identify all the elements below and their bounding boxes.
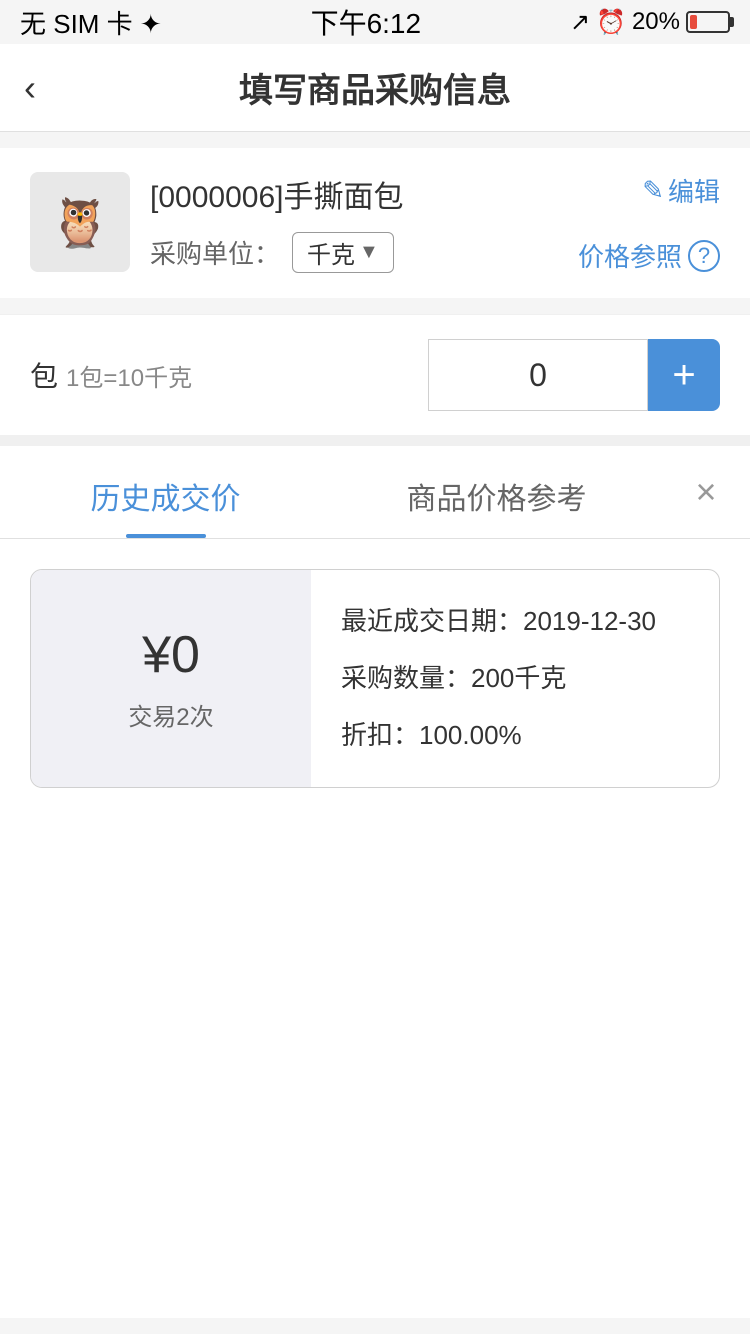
qty-unit-note: 1包=10千克 [66, 358, 192, 393]
status-left: 无 SIM 卡 ✦ [20, 4, 162, 41]
unit-dropdown-icon: ▼ [359, 241, 379, 264]
edit-icon: ✎ [642, 175, 664, 206]
page-title: 填写商品采购信息 [239, 63, 511, 112]
quantity-row: 包 1包=10千克 + [0, 314, 750, 436]
product-top: 🦉 [0000006]手撕面包 采购单位： 千克 ▼ ✎ 编辑 [30, 172, 720, 274]
alarm-icon: ⏰ [596, 8, 626, 37]
back-button[interactable]: ‹ [24, 67, 36, 109]
sim-wifi-label: 无 SIM 卡 ✦ [20, 4, 162, 41]
edit-button[interactable]: ✎ 编辑 [642, 172, 720, 209]
product-unit-row: 采购单位： 千克 ▼ [150, 232, 403, 273]
battery-icon [686, 11, 730, 33]
price-ref-button[interactable]: 价格参照 ? [578, 237, 720, 274]
nav-bar: ‹ 填写商品采购信息 [0, 44, 750, 132]
price-ref-label: 价格参照 [578, 237, 682, 274]
product-left: 🦉 [0000006]手撕面包 采购单位： 千克 ▼ [30, 172, 403, 273]
unit-value: 千克 [307, 235, 355, 270]
status-time: 下午6:12 [311, 2, 422, 42]
qty-label: 包 1包=10千克 [30, 355, 192, 395]
transaction-purchase-qty: 采购数量：200千克 [341, 659, 689, 698]
transaction-last-date: 最近成交日期：2019-12-30 [341, 602, 689, 641]
qty-controls: + [428, 339, 720, 411]
unit-label: 采购单位： [150, 234, 280, 271]
tab-history-price[interactable]: 历史成交价 [0, 446, 331, 538]
location-icon: ↗ [570, 8, 590, 37]
product-info: [0000006]手撕面包 采购单位： 千克 ▼ [150, 172, 403, 273]
unit-badge[interactable]: 千克 ▼ [292, 232, 394, 273]
bottom-area [0, 818, 750, 1318]
status-right: ↗ ⏰ 20% [570, 8, 730, 37]
tabs-header: 历史成交价 商品价格参考 × [0, 446, 750, 539]
battery-fill [690, 15, 697, 29]
transaction-count: 交易2次 [128, 697, 213, 732]
transaction-right: 最近成交日期：2019-12-30 采购数量：200千克 折扣：100.00% [311, 570, 719, 787]
transaction-discount: 折扣：100.00% [341, 716, 689, 755]
tab-content: ¥0 交易2次 最近成交日期：2019-12-30 采购数量：200千克 折扣：… [0, 539, 750, 818]
status-bar: 无 SIM 卡 ✦ 下午6:12 ↗ ⏰ 20% [0, 0, 750, 44]
product-thumbnail-icon: 🦉 [50, 194, 110, 251]
qty-unit-label: 包 [30, 355, 58, 395]
product-actions: ✎ 编辑 价格参照 ? [578, 172, 720, 274]
edit-label: 编辑 [668, 172, 720, 209]
tab-price-reference[interactable]: 商品价格参考 [331, 446, 662, 538]
qty-plus-button[interactable]: + [648, 339, 720, 411]
transaction-card: ¥0 交易2次 最近成交日期：2019-12-30 采购数量：200千克 折扣：… [30, 569, 720, 788]
tabs-section: 历史成交价 商品价格参考 × ¥0 交易2次 最近成交日期：2019-12-30… [0, 436, 750, 818]
product-name: [0000006]手撕面包 [150, 172, 403, 216]
tab-close-button[interactable]: × [662, 448, 750, 536]
product-card: 🦉 [0000006]手撕面包 采购单位： 千克 ▼ ✎ 编辑 [0, 148, 750, 298]
product-image: 🦉 [30, 172, 130, 272]
battery-percent: 20% [632, 8, 680, 36]
transaction-left: ¥0 交易2次 [31, 570, 311, 787]
transaction-price: ¥0 [142, 625, 200, 685]
qty-input[interactable] [428, 339, 648, 411]
help-icon: ? [688, 240, 720, 272]
